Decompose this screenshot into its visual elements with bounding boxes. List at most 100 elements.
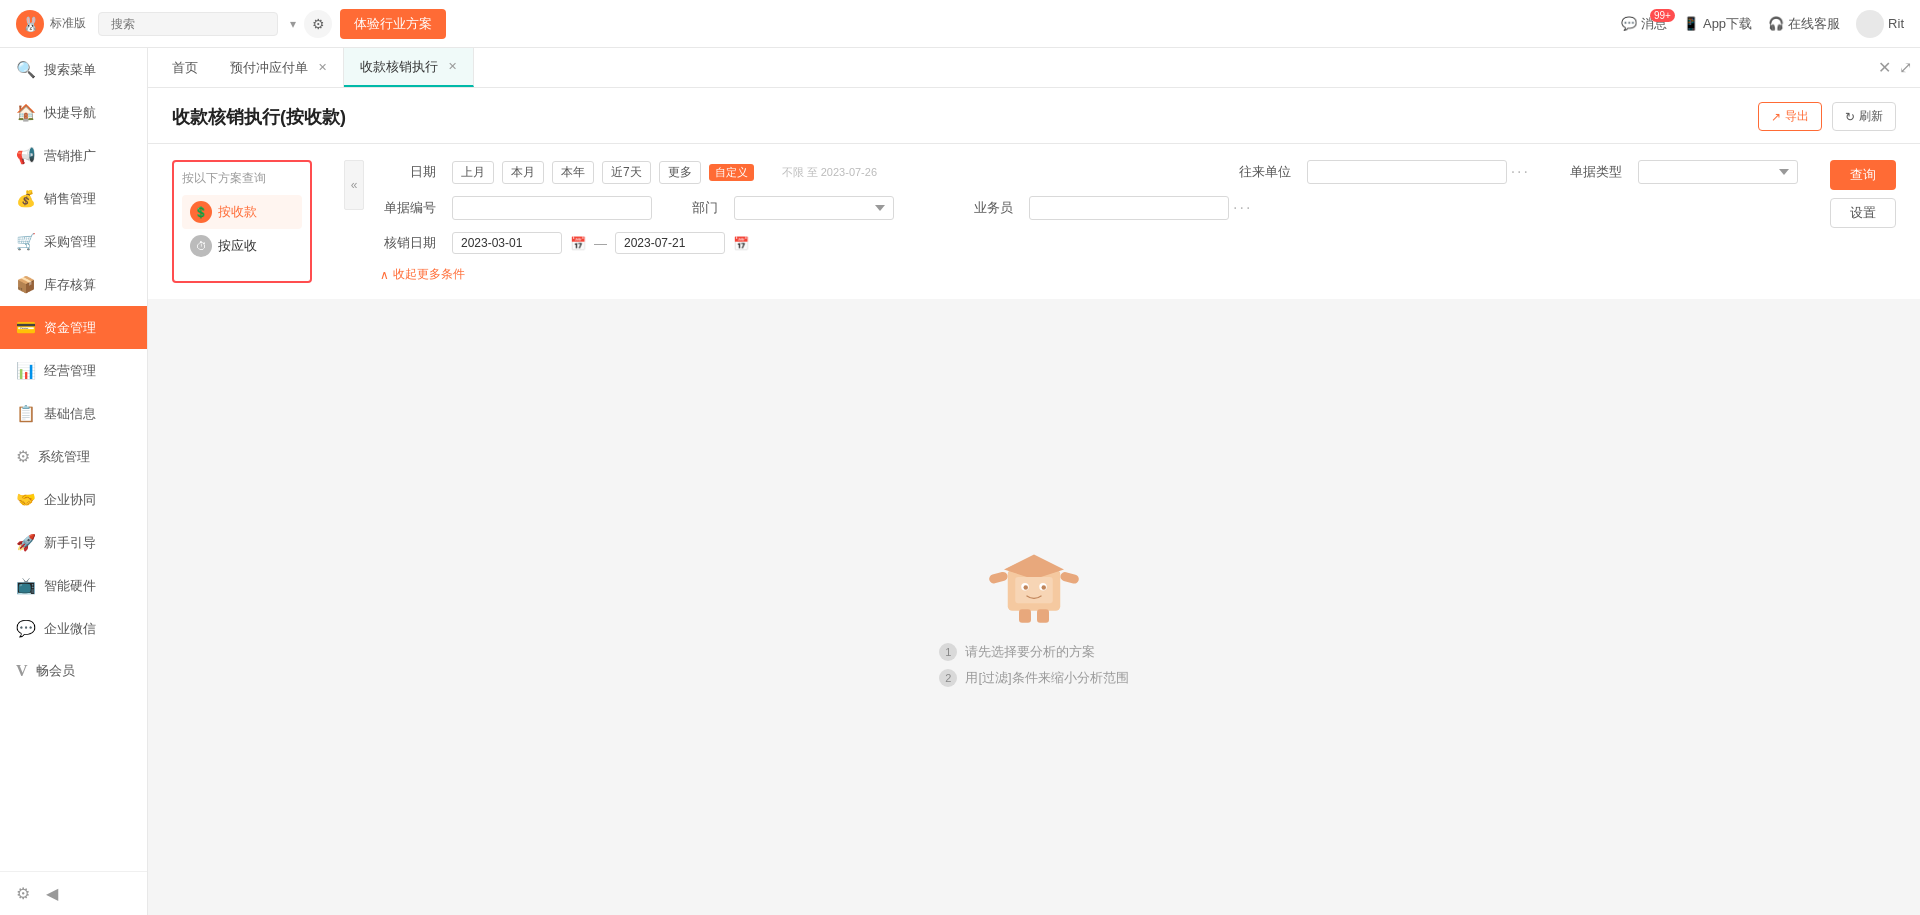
content-area: 首页 预付冲应付单 ✕ 收款核销执行 ✕ ✕ ⤢ 收款核销执行(按收款) ↗: [148, 48, 1920, 915]
writeoff-date-end-input[interactable]: [615, 232, 725, 254]
refresh-button[interactable]: ↻ 刷新: [1832, 102, 1896, 131]
sidebar-item-system[interactable]: ⚙ 系统管理: [0, 435, 147, 478]
logo-subtitle: 标准版: [50, 15, 86, 32]
search-icon: 🔍: [16, 60, 36, 79]
sidebar-item-label: 资金管理: [44, 319, 96, 337]
bottom-settings-icon[interactable]: ⚙: [16, 884, 30, 903]
sidebar-item-sales[interactable]: 💰 销售管理: [0, 177, 147, 220]
main-content: 1 请先选择要分析的方案 2 用[过滤]条件来缩小分析范围: [148, 299, 1920, 915]
empty-state: 1 请先选择要分析的方案 2 用[过滤]条件来缩小分析范围: [939, 527, 1128, 687]
sidebar-item-purchase[interactable]: 🛒 采购管理: [0, 220, 147, 263]
svg-rect-7: [988, 571, 1008, 585]
voucher-no-input[interactable]: [452, 196, 652, 220]
online-service-item[interactable]: 🎧 在线客服: [1768, 15, 1840, 33]
top-bar-right: 💬 消息 99+ 📱 App下载 🎧 在线客服 Rit: [1621, 10, 1904, 38]
collapse-more-label: 收起更多条件: [393, 266, 465, 283]
staff-input[interactable]: [1029, 196, 1229, 220]
voucher-type-select[interactable]: [1638, 160, 1798, 184]
sidebar-item-label: 采购管理: [44, 233, 96, 251]
service-icon: 🎧: [1768, 16, 1784, 31]
app-icon: 📱: [1683, 16, 1699, 31]
sidebar-item-operation[interactable]: 📊 经营管理: [0, 349, 147, 392]
sidebar-item-marketing[interactable]: 📢 营销推广: [0, 134, 147, 177]
date-this-year-btn[interactable]: 本年: [552, 161, 594, 184]
inventory-icon: 📦: [16, 275, 36, 294]
dept-select[interactable]: [734, 196, 894, 220]
sidebar-item-collab[interactable]: 🤝 企业协同: [0, 478, 147, 521]
logo-icon: 🐰: [16, 10, 44, 38]
filter-collapse-button[interactable]: «: [344, 160, 364, 210]
main-layout: 🔍 搜索菜单 🏠 快捷导航 📢 营销推广 💰 销售管理 🛒 采购管理 📦 库存核…: [0, 48, 1920, 915]
sidebar-item-quicknav[interactable]: 🏠 快捷导航: [0, 91, 147, 134]
filter-actions: 查询 设置: [1830, 160, 1896, 228]
tip-1-text: 请先选择要分析的方案: [965, 643, 1095, 661]
tab-prepay[interactable]: 预付冲应付单 ✕: [214, 48, 344, 87]
empty-illustration: [974, 527, 1094, 627]
filter-voucher-row: 单据编号 部门 业务员 ···: [380, 196, 1818, 220]
collapse-more-button[interactable]: ∧ 收起更多条件: [380, 266, 465, 283]
filter-sidebar-panel: 按以下方案查询 💲 按收款 ⏱ 按应收: [172, 160, 312, 283]
export-button[interactable]: ↗ 导出: [1758, 102, 1822, 131]
sidebar-item-inventory[interactable]: 📦 库存核算: [0, 263, 147, 306]
settings-button[interactable]: 设置: [1830, 198, 1896, 228]
app-download-item[interactable]: 📱 App下载: [1683, 15, 1752, 33]
sidebar-item-finance[interactable]: 💳 资金管理: [0, 306, 147, 349]
sidebar-item-label: 智能硬件: [44, 577, 96, 595]
date-last-month-btn[interactable]: 上月: [452, 161, 494, 184]
filter-option-by-receivable[interactable]: ⏱ 按应收: [182, 229, 302, 263]
industry-solution-button[interactable]: 体验行业方案: [340, 9, 446, 39]
writeoff-date-start-input[interactable]: [452, 232, 562, 254]
counterpart-input[interactable]: [1307, 160, 1507, 184]
svg-point-6: [1041, 585, 1046, 590]
date-this-month-btn[interactable]: 本月: [502, 161, 544, 184]
counterpart-ellipsis[interactable]: ···: [1511, 163, 1530, 181]
tab-writeoff-close-icon[interactable]: ✕: [448, 60, 457, 73]
tab-prepay-close-icon[interactable]: ✕: [318, 61, 327, 74]
tab-close-all-icon[interactable]: ✕: [1878, 58, 1891, 77]
search-input[interactable]: [98, 12, 278, 36]
sidebar-item-hardware[interactable]: 📺 智能硬件: [0, 564, 147, 607]
collapse-icon: ∧: [380, 268, 389, 282]
tab-bar: 首页 预付冲应付单 ✕ 收款核销执行 ✕ ✕ ⤢: [148, 48, 1920, 88]
tab-home[interactable]: 首页: [156, 48, 214, 87]
empty-tip-2: 2 用[过滤]条件来缩小分析范围: [939, 669, 1128, 687]
calendar-start-icon[interactable]: 📅: [570, 236, 586, 251]
query-button[interactable]: 查询: [1830, 160, 1896, 190]
date-more-btn[interactable]: 更多: [659, 161, 701, 184]
hardware-icon: 📺: [16, 576, 36, 595]
tab-expand-icon[interactable]: ⤢: [1899, 58, 1912, 77]
dropdown-chevron-icon[interactable]: ▾: [290, 17, 296, 31]
tab-writeoff[interactable]: 收款核销执行 ✕: [344, 48, 474, 87]
message-item[interactable]: 💬 消息 99+: [1621, 15, 1667, 33]
sidebar-item-label: 基础信息: [44, 405, 96, 423]
gear-button[interactable]: ⚙: [304, 10, 332, 38]
user-item[interactable]: Rit: [1856, 10, 1904, 38]
writeoff-date-label: 核销日期: [380, 234, 436, 252]
member-icon: V: [16, 662, 28, 680]
tab-prepay-label: 预付冲应付单: [230, 59, 308, 77]
tab-writeoff-label: 收款核销执行: [360, 58, 438, 76]
svg-point-5: [1023, 585, 1028, 590]
sidebar-item-weixin[interactable]: 💬 企业微信: [0, 607, 147, 650]
date-last-7days-btn[interactable]: 近7天: [602, 161, 651, 184]
sidebar-item-label: 新手引导: [44, 534, 96, 552]
collapse-more-row: ∧ 收起更多条件: [380, 266, 1896, 283]
sidebar-collapse-icon[interactable]: ◀: [46, 884, 58, 903]
purchase-icon: 🛒: [16, 232, 36, 251]
filter-option-by-receipt[interactable]: 💲 按收款: [182, 195, 302, 229]
sidebar-item-guide[interactable]: 🚀 新手引导: [0, 521, 147, 564]
date-separator: —: [594, 236, 607, 251]
empty-tip-1: 1 请先选择要分析的方案: [939, 643, 1128, 661]
sidebar-item-member[interactable]: V 畅会员: [0, 650, 147, 692]
sidebar-item-search[interactable]: 🔍 搜索菜单: [0, 48, 147, 91]
sidebar-item-basic-info[interactable]: 📋 基础信息: [0, 392, 147, 435]
weixin-icon: 💬: [16, 619, 36, 638]
tab-bar-actions: ✕ ⤢: [1878, 58, 1912, 77]
receipt-icon: 💲: [190, 201, 212, 223]
sales-icon: 💰: [16, 189, 36, 208]
basic-info-icon: 📋: [16, 404, 36, 423]
calendar-end-icon[interactable]: 📅: [733, 236, 749, 251]
empty-tips: 1 请先选择要分析的方案 2 用[过滤]条件来缩小分析范围: [939, 643, 1128, 687]
message-badge: 99+: [1650, 9, 1675, 22]
staff-ellipsis[interactable]: ···: [1233, 199, 1252, 217]
